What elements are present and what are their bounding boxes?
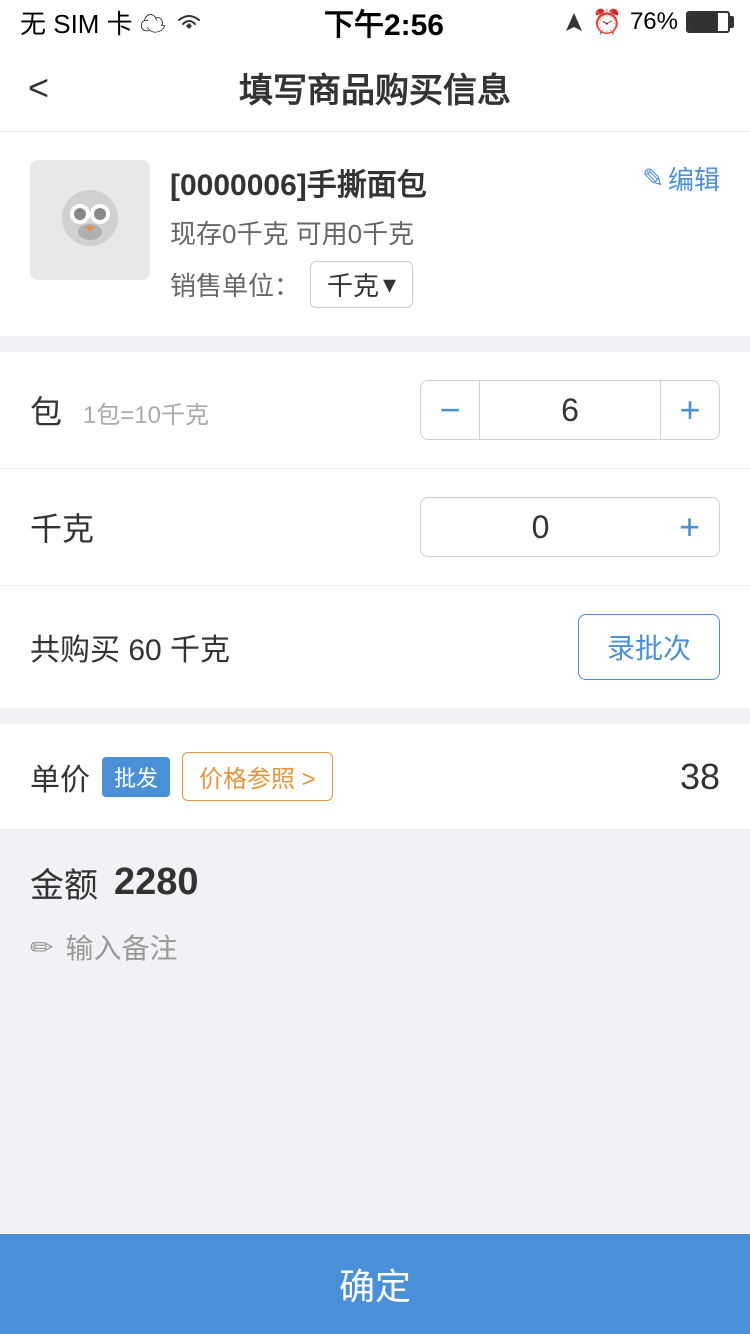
status-bar: 无 SIM 卡 ☁ 下午2:56 ⏰ 76% [0,0,750,44]
wifi-icon [174,11,204,33]
status-time: 下午2:56 [324,0,444,44]
product-unit-row: 销售单位： 千克 ▾ [170,261,720,308]
edit-icon: ✎ [642,163,664,194]
price-value: 38 [680,756,720,798]
quantity-section: 包 1包=10千克 − + 千克 + [0,352,750,586]
remark-placeholder: 输入备注 [65,927,177,967]
kg-input[interactable] [420,497,660,557]
edit-button[interactable]: ✎ 编辑 [642,160,720,197]
confirm-button[interactable]: 确定 [339,1258,411,1310]
pack-input[interactable] [480,380,660,440]
edit-label: 编辑 [668,160,720,197]
location-icon [564,11,584,33]
amount-value: 2280 [114,861,199,904]
remark-row[interactable]: ✏ 输入备注 [30,927,720,967]
batch-button[interactable]: 录批次 [578,614,720,680]
nav-bar: < 填写商品购买信息 [0,44,750,132]
product-card: [0000006]手撕面包 ✎ 编辑 现存0千克 可用0千克 销售单位： 千克 … [0,132,750,336]
price-label: 单价 [30,755,90,799]
footer[interactable]: 确定 [0,1234,750,1334]
unit-value: 千克 [327,266,379,303]
product-info: [0000006]手撕面包 ✎ 编辑 现存0千克 可用0千克 销售单位： 千克 … [170,160,720,308]
product-image [30,160,150,280]
status-right: ⏰ 76% [564,8,730,37]
product-name: [0000006]手撕面包 [170,160,642,204]
price-tag: 批发 [102,757,170,797]
price-section: 单价 批发 价格参照 > 38 [0,724,750,830]
price-ref-button[interactable]: 价格参照 > [182,752,333,801]
kg-label: 千克 [30,504,420,550]
amount-row: 金额 2280 [30,858,720,907]
price-left: 单价 批发 价格参照 > [30,752,333,801]
pack-label: 包 1包=10千克 [30,387,420,433]
pack-hint: 1包=10千克 [83,402,209,429]
pack-row: 包 1包=10千克 − + [0,352,750,469]
amount-section: 金额 2280 ✏ 输入备注 [0,830,750,1234]
pencil-icon: ✏ [30,931,53,964]
unit-label: 销售单位： [170,266,300,303]
unit-select[interactable]: 千克 ▾ [310,261,413,308]
battery-icon [686,11,730,33]
kg-row: 千克 + [0,469,750,586]
summary-row: 共购买 60 千克 录批次 [0,586,750,708]
kg-controls: + [420,497,720,557]
summary-text: 共购买 60 千克 [30,625,230,669]
no-sim-label: 无 SIM 卡 ☁ [20,4,166,41]
battery-percent: 76% [630,8,678,36]
dropdown-icon: ▾ [383,269,396,300]
status-left: 无 SIM 卡 ☁ [20,4,204,41]
amount-label: 金额 [30,858,98,907]
pack-increase-button[interactable]: + [660,380,720,440]
kg-increase-button[interactable]: + [660,497,720,557]
product-stock: 现存0千克 可用0千克 [170,214,720,251]
product-name-row: [0000006]手撕面包 ✎ 编辑 [170,160,720,204]
pack-controls: − + [420,380,720,440]
pack-decrease-button[interactable]: − [420,380,480,440]
separator-1 [0,708,750,724]
alarm-icon: ⏰ [592,8,622,37]
page-title: 填写商品购买信息 [239,63,511,112]
content: [0000006]手撕面包 ✎ 编辑 现存0千克 可用0千克 销售单位： 千克 … [0,132,750,1234]
back-button[interactable]: < [28,67,49,109]
